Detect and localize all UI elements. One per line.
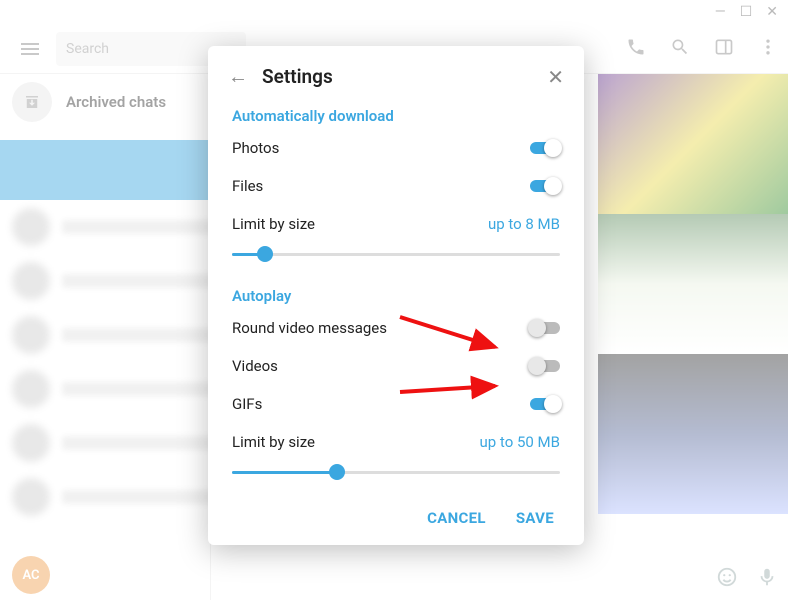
section-autoplay: Autoplay: [208, 277, 584, 309]
toggle-videos[interactable]: [530, 360, 560, 372]
toggle-round-video[interactable]: [530, 322, 560, 334]
row-photos: Photos: [208, 129, 584, 167]
save-button[interactable]: SAVE: [516, 509, 554, 527]
section-auto-download: Automatically download: [208, 97, 584, 129]
modal-title: Settings: [262, 65, 333, 88]
cancel-button[interactable]: CANCEL: [427, 509, 486, 527]
row-round-video: Round video messages: [208, 309, 584, 347]
slider-download-limit[interactable]: [232, 245, 560, 263]
label-round-video: Round video messages: [232, 319, 387, 337]
toggle-gifs[interactable]: [530, 398, 560, 410]
close-icon[interactable]: ✕: [547, 65, 564, 89]
settings-modal: ← Settings ✕ Automatically download Phot…: [208, 46, 584, 545]
limit-value: up to 50 MB: [480, 433, 560, 451]
row-videos: Videos: [208, 347, 584, 385]
limit-value: up to 8 MB: [488, 215, 560, 233]
row-limit-download: Limit by size up to 8 MB: [208, 205, 584, 243]
label-files: Files: [232, 177, 263, 195]
modal-actions: CANCEL SAVE: [208, 495, 584, 537]
label-gifs: GIFs: [232, 395, 262, 413]
label-limit: Limit by size: [232, 433, 315, 451]
label-videos: Videos: [232, 357, 278, 375]
label-photos: Photos: [232, 139, 279, 157]
row-gifs: GIFs: [208, 385, 584, 423]
label-limit: Limit by size: [232, 215, 315, 233]
back-icon[interactable]: ←: [228, 64, 252, 89]
slider-autoplay-limit[interactable]: [232, 463, 560, 481]
row-limit-autoplay: Limit by size up to 50 MB: [208, 423, 584, 461]
toggle-photos[interactable]: [530, 142, 560, 154]
row-files: Files: [208, 167, 584, 205]
toggle-files[interactable]: [530, 180, 560, 192]
